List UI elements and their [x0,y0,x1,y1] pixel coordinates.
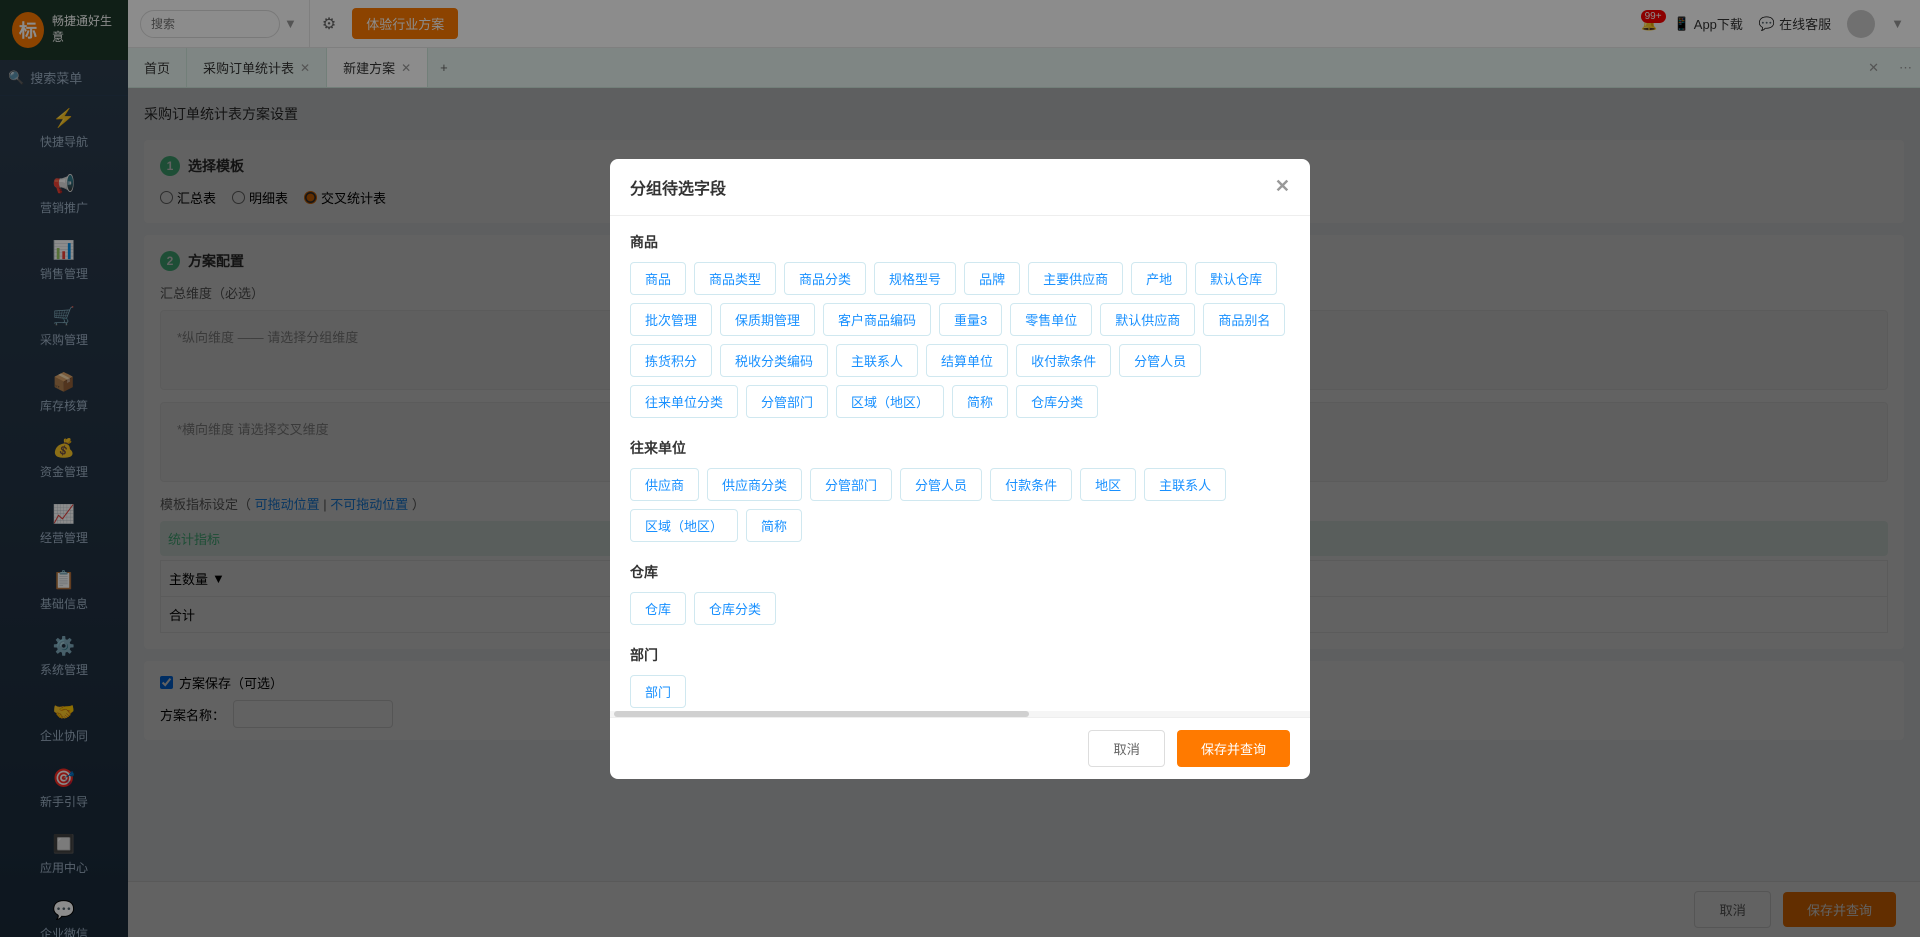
field-section-title-counterpart: 往来单位 [630,438,1290,458]
field-chip[interactable]: 简称 [952,385,1008,418]
modal-confirm-button[interactable]: 保存并查询 [1177,730,1290,767]
field-chip[interactable]: 仓库 [630,592,686,625]
field-chip[interactable]: 默认仓库 [1195,262,1277,295]
field-chip[interactable]: 简称 [746,509,802,542]
field-chip[interactable]: 分管部门 [810,468,892,501]
field-chip[interactable]: 主联系人 [836,344,918,377]
field-chip[interactable]: 区域（地区） [836,385,944,418]
field-section-counterpart: 往来单位供应商供应商分类分管部门分管人员付款条件地区主联系人区域（地区）简称 [630,438,1290,542]
field-section-title-warehouse: 仓库 [630,562,1290,582]
field-chip[interactable]: 保质期管理 [720,303,815,336]
field-chips-department: 部门 [630,675,1290,708]
field-chips-warehouse: 仓库仓库分类 [630,592,1290,625]
field-chip[interactable]: 供应商 [630,468,699,501]
field-chip[interactable]: 地区 [1080,468,1136,501]
field-chip[interactable]: 默认供应商 [1100,303,1195,336]
modal-body: 商品商品商品类型商品分类规格型号品牌主要供应商产地默认仓库批次管理保质期管理客户… [610,216,1310,711]
modal-cancel-button[interactable]: 取消 [1088,730,1165,767]
field-chip[interactable]: 产地 [1131,262,1187,295]
field-section-department: 部门部门 [630,645,1290,708]
field-chip[interactable]: 供应商分类 [707,468,802,501]
field-section-title-department: 部门 [630,645,1290,665]
modal-header: 分组待选字段 ✕ [610,159,1310,216]
field-chip[interactable]: 仓库分类 [694,592,776,625]
field-chip[interactable]: 主要供应商 [1028,262,1123,295]
field-chip[interactable]: 商品类型 [694,262,776,295]
modal-close-button[interactable]: ✕ [1275,176,1290,197]
modal-overlay: 分组待选字段 ✕ 商品商品商品类型商品分类规格型号品牌主要供应商产地默认仓库批次… [0,0,1920,937]
field-chip[interactable]: 分管部门 [746,385,828,418]
field-chip[interactable]: 主联系人 [1144,468,1226,501]
field-chip[interactable]: 收付款条件 [1016,344,1111,377]
field-chip[interactable]: 区域（地区） [630,509,738,542]
field-chip[interactable]: 商品别名 [1203,303,1285,336]
field-chip[interactable]: 仓库分类 [1016,385,1098,418]
field-chips-goods: 商品商品类型商品分类规格型号品牌主要供应商产地默认仓库批次管理保质期管理客户商品… [630,262,1290,418]
field-chip[interactable]: 品牌 [964,262,1020,295]
modal-footer: 取消 保存并查询 [610,717,1310,779]
field-chip[interactable]: 拣货积分 [630,344,712,377]
field-chip[interactable]: 结算单位 [926,344,1008,377]
field-chip[interactable]: 分管人员 [900,468,982,501]
modal-title: 分组待选字段 [630,175,726,199]
field-chip[interactable]: 规格型号 [874,262,956,295]
field-section-goods: 商品商品商品类型商品分类规格型号品牌主要供应商产地默认仓库批次管理保质期管理客户… [630,232,1290,418]
field-chip[interactable]: 商品 [630,262,686,295]
field-chip[interactable]: 商品分类 [784,262,866,295]
field-section-warehouse: 仓库仓库仓库分类 [630,562,1290,625]
field-chip[interactable]: 批次管理 [630,303,712,336]
field-chip[interactable]: 往来单位分类 [630,385,738,418]
field-chip[interactable]: 重量3 [939,303,1002,336]
field-section-title-goods: 商品 [630,232,1290,252]
field-chip[interactable]: 部门 [630,675,686,708]
field-chips-counterpart: 供应商供应商分类分管部门分管人员付款条件地区主联系人区域（地区）简称 [630,468,1290,542]
field-chip[interactable]: 客户商品编码 [823,303,931,336]
field-chip[interactable]: 零售单位 [1010,303,1092,336]
field-select-modal: 分组待选字段 ✕ 商品商品商品类型商品分类规格型号品牌主要供应商产地默认仓库批次… [610,159,1310,779]
field-chip[interactable]: 税收分类编码 [720,344,828,377]
field-chip[interactable]: 付款条件 [990,468,1072,501]
field-chip[interactable]: 分管人员 [1119,344,1201,377]
